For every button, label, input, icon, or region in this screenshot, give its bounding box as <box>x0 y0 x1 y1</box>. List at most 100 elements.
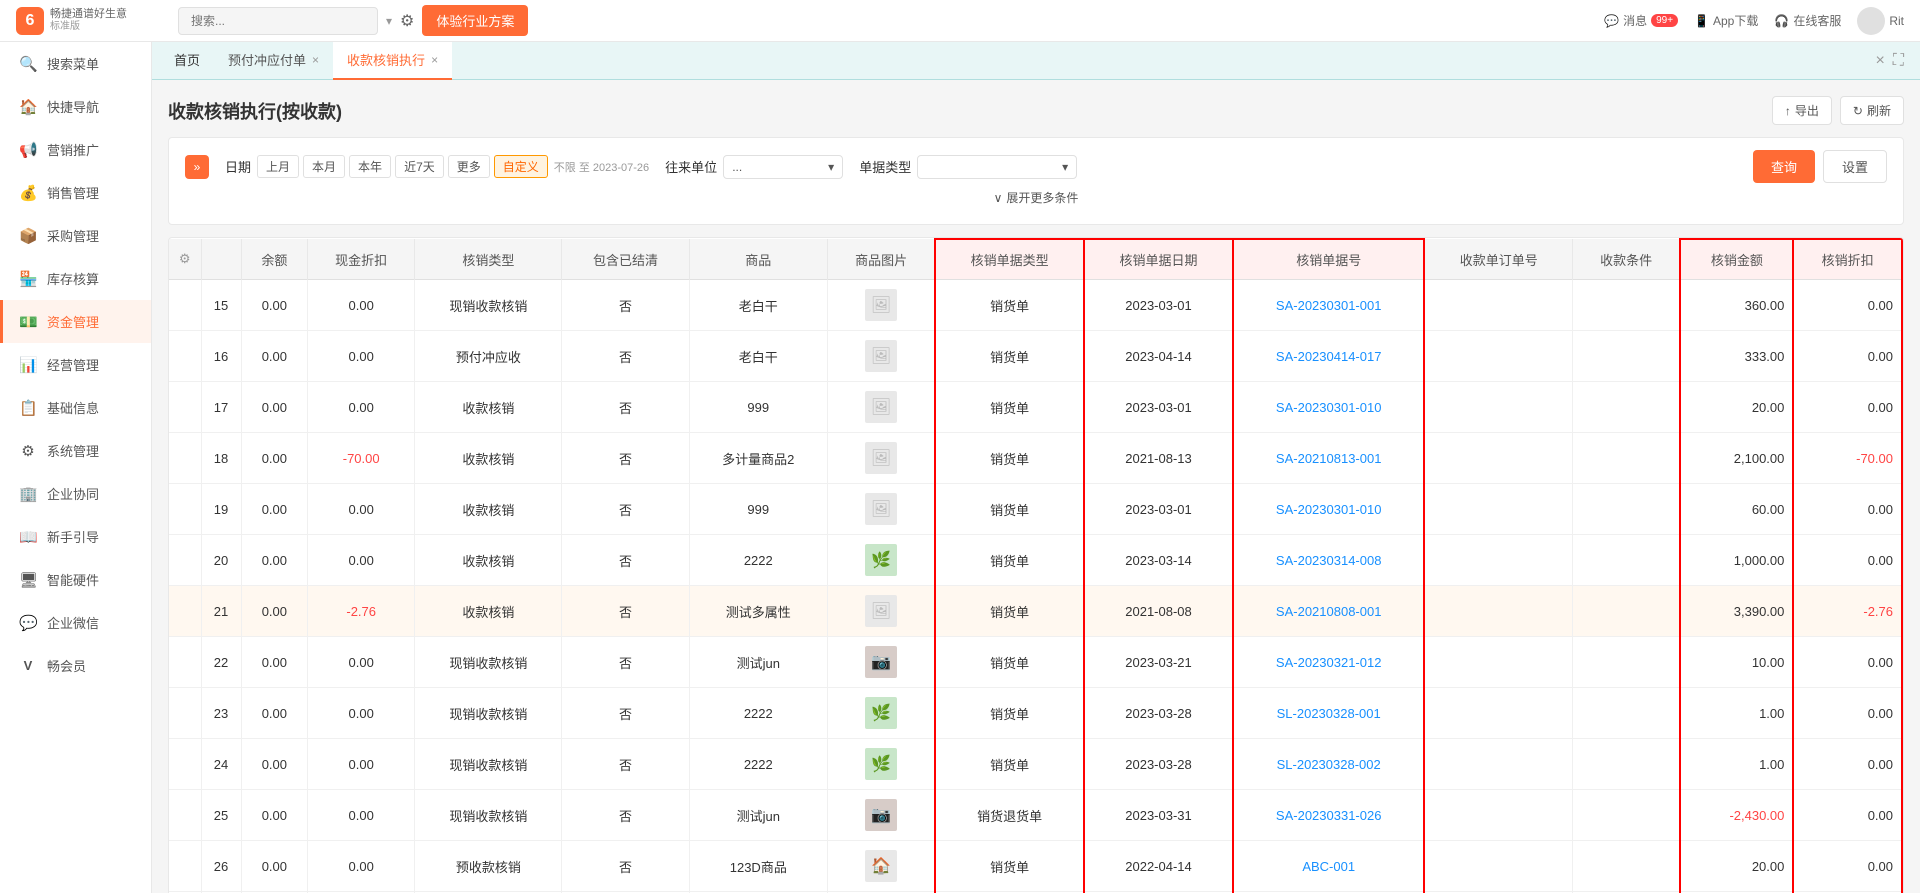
sidebar-item-purchase[interactable]: 📦 采购管理 <box>0 214 151 257</box>
col-balance: 余额 <box>241 239 308 280</box>
cell-verify-bill-no[interactable]: ABC-001 <box>1233 841 1425 892</box>
cell-verify-bill-date: 2023-04-14 <box>1084 331 1233 382</box>
cell-receipt-order-no <box>1424 841 1572 892</box>
search-button[interactable]: 查询 <box>1753 150 1815 183</box>
system-icon: ⚙ <box>19 442 37 460</box>
table-row: 22 0.00 0.00 现销收款核销 否 测试jun 📷 销货单 2023-0… <box>169 637 1902 688</box>
export-button[interactable]: ↑ 导出 <box>1772 96 1832 125</box>
cell-product: 2222 <box>689 535 827 586</box>
sidebar-item-finance[interactable]: 💵 资金管理 <box>0 300 151 343</box>
cell-verify-amount: 2,100.00 <box>1680 433 1793 484</box>
sidebar-item-hardware[interactable]: 🖥 智能硬件 <box>0 558 151 601</box>
tabs-actions: × ⛶ <box>1875 52 1912 70</box>
sidebar-item-quicknav[interactable]: 🏠 快捷导航 <box>0 85 151 128</box>
cell-verify-bill-no[interactable]: SA-20230301-001 <box>1233 280 1425 331</box>
cell-seq: 17 <box>201 382 241 433</box>
cell-receipt-condition <box>1573 637 1681 688</box>
cell-verify-bill-no[interactable]: SA-20230301-010 <box>1233 484 1425 535</box>
sidebar-item-system[interactable]: ⚙ 系统管理 <box>0 429 151 472</box>
bill-type-select[interactable]: ▾ <box>917 155 1077 179</box>
cell-product-img: 🖼 <box>827 280 935 331</box>
expand-more-btn[interactable]: ∨ 展开更多条件 <box>185 183 1887 212</box>
baseinfo-icon: 📋 <box>19 399 37 417</box>
table-container: ⚙ 余额 现金折扣 核销类型 包含已结清 商品 商品图片 核销单据类型 核销单据… <box>168 237 1904 893</box>
cell-verify-bill-no[interactable]: SA-20230314-008 <box>1233 535 1425 586</box>
date-this-year[interactable]: 本年 <box>349 155 391 178</box>
filter-expand-btn[interactable]: » <box>185 155 209 179</box>
date-last-month[interactable]: 上月 <box>257 155 299 178</box>
cell-verify-bill-no[interactable]: SL-20230328-002 <box>1233 739 1425 790</box>
cell-verify-discount: 0.00 <box>1793 790 1902 841</box>
table-settings-icon[interactable]: ⚙ <box>179 251 191 266</box>
cell-seq: 24 <box>201 739 241 790</box>
sidebar-item-baseinfo[interactable]: 📋 基础信息 <box>0 386 151 429</box>
cell-balance: 0.00 <box>241 586 308 637</box>
cell-verify-bill-date: 2023-03-01 <box>1084 382 1233 433</box>
refresh-button[interactable]: ↻ 刷新 <box>1840 96 1904 125</box>
col-product-img: 商品图片 <box>827 239 935 280</box>
cell-settings <box>169 586 201 637</box>
enterprise-icon: 🏢 <box>19 485 37 503</box>
user-menu[interactable]: Rit <box>1857 7 1904 35</box>
date-this-month[interactable]: 本月 <box>303 155 345 178</box>
cell-receipt-condition <box>1573 586 1681 637</box>
sidebar-item-wechat[interactable]: 💬 企业微信 <box>0 601 151 644</box>
cell-settings <box>169 433 201 484</box>
tab-home[interactable]: 首页 <box>160 42 214 80</box>
top-bar: 6 畅捷通谱好生意 标准版 ▾ ⚙ 体验行业方案 💬 消息 99+ 📱 App下… <box>0 0 1920 42</box>
date-more[interactable]: 更多 <box>448 155 490 178</box>
sidebar-item-marketing[interactable]: 📢 营销推广 <box>0 128 151 171</box>
sidebar-item-enterprise[interactable]: 🏢 企业协同 <box>0 472 151 515</box>
sales-icon: 💰 <box>19 184 37 202</box>
cell-verify-bill-no[interactable]: SA-20230414-017 <box>1233 331 1425 382</box>
tab-close-icon[interactable]: × <box>312 53 319 67</box>
cell-product-img: 🖼 <box>827 433 935 484</box>
cell-verify-bill-no[interactable]: SA-20230301-010 <box>1233 382 1425 433</box>
industry-btn[interactable]: 体验行业方案 <box>422 5 528 36</box>
tab-close-icon[interactable]: × <box>431 53 438 67</box>
cell-product: 2222 <box>689 739 827 790</box>
cell-verify-bill-no[interactable]: SL-20230328-001 <box>1233 688 1425 739</box>
tab-receipt-verify[interactable]: 收款核销执行 × <box>333 42 452 80</box>
cell-verify-type: 现销收款核销 <box>415 280 562 331</box>
sidebar-item-guide[interactable]: 📖 新手引导 <box>0 515 151 558</box>
cell-verify-bill-no[interactable]: SA-20230331-026 <box>1233 790 1425 841</box>
cell-product-img: 📷 <box>827 637 935 688</box>
cell-seq: 22 <box>201 637 241 688</box>
date-7days[interactable]: 近7天 <box>395 155 444 178</box>
gear-icon[interactable]: ⚙ <box>400 11 414 31</box>
date-custom[interactable]: 自定义 <box>494 155 548 178</box>
filter-partner: 往来单位 ... ▾ <box>665 155 843 179</box>
cell-product-img: 🌿 <box>827 535 935 586</box>
partner-select[interactable]: ... ▾ <box>723 155 843 179</box>
cell-receipt-condition <box>1573 739 1681 790</box>
cell-verify-bill-no[interactable]: SA-20210813-001 <box>1233 433 1425 484</box>
sidebar-label: 搜索菜单 <box>47 54 99 73</box>
search-input[interactable] <box>178 7 378 35</box>
sidebar-item-member[interactable]: V 畅会员 <box>0 644 151 687</box>
filter-settings-button[interactable]: 设置 <box>1823 150 1887 183</box>
guide-icon: 📖 <box>19 528 37 546</box>
close-tab-icon[interactable]: × <box>1875 52 1884 70</box>
cell-settings <box>169 688 201 739</box>
cell-receipt-order-no <box>1424 280 1572 331</box>
sidebar-item-sales[interactable]: 💰 销售管理 <box>0 171 151 214</box>
col-receipt-condition: 收款条件 <box>1573 239 1681 280</box>
cell-includes-settled: 否 <box>562 586 689 637</box>
table-row: 15 0.00 0.00 现销收款核销 否 老白干 🖼 销货单 2023-03-… <box>169 280 1902 331</box>
date-buttons: 上月 本月 本年 近7天 更多 自定义 <box>257 155 548 178</box>
cell-verify-bill-no[interactable]: SA-20230321-012 <box>1233 637 1425 688</box>
cell-verify-bill-no[interactable]: SA-20210808-001 <box>1233 586 1425 637</box>
app-download[interactable]: 📱 App下载 <box>1694 12 1758 29</box>
cell-includes-settled: 否 <box>562 739 689 790</box>
notifications[interactable]: 💬 消息 99+ <box>1604 12 1678 29</box>
dropdown-arrow-icon[interactable]: ▾ <box>386 14 392 28</box>
sidebar-item-search[interactable]: 🔍 搜索菜单 <box>0 42 151 85</box>
sidebar-item-operations[interactable]: 📊 经营管理 <box>0 343 151 386</box>
online-service[interactable]: 🎧 在线客服 <box>1774 12 1841 29</box>
sidebar-item-inventory[interactable]: 🏪 库存核算 <box>0 257 151 300</box>
expand-tab-icon[interactable]: ⛶ <box>1893 52 1904 70</box>
cell-balance: 0.00 <box>241 535 308 586</box>
tab-prepay[interactable]: 预付冲应付单 × <box>214 42 333 80</box>
cell-includes-settled: 否 <box>562 790 689 841</box>
